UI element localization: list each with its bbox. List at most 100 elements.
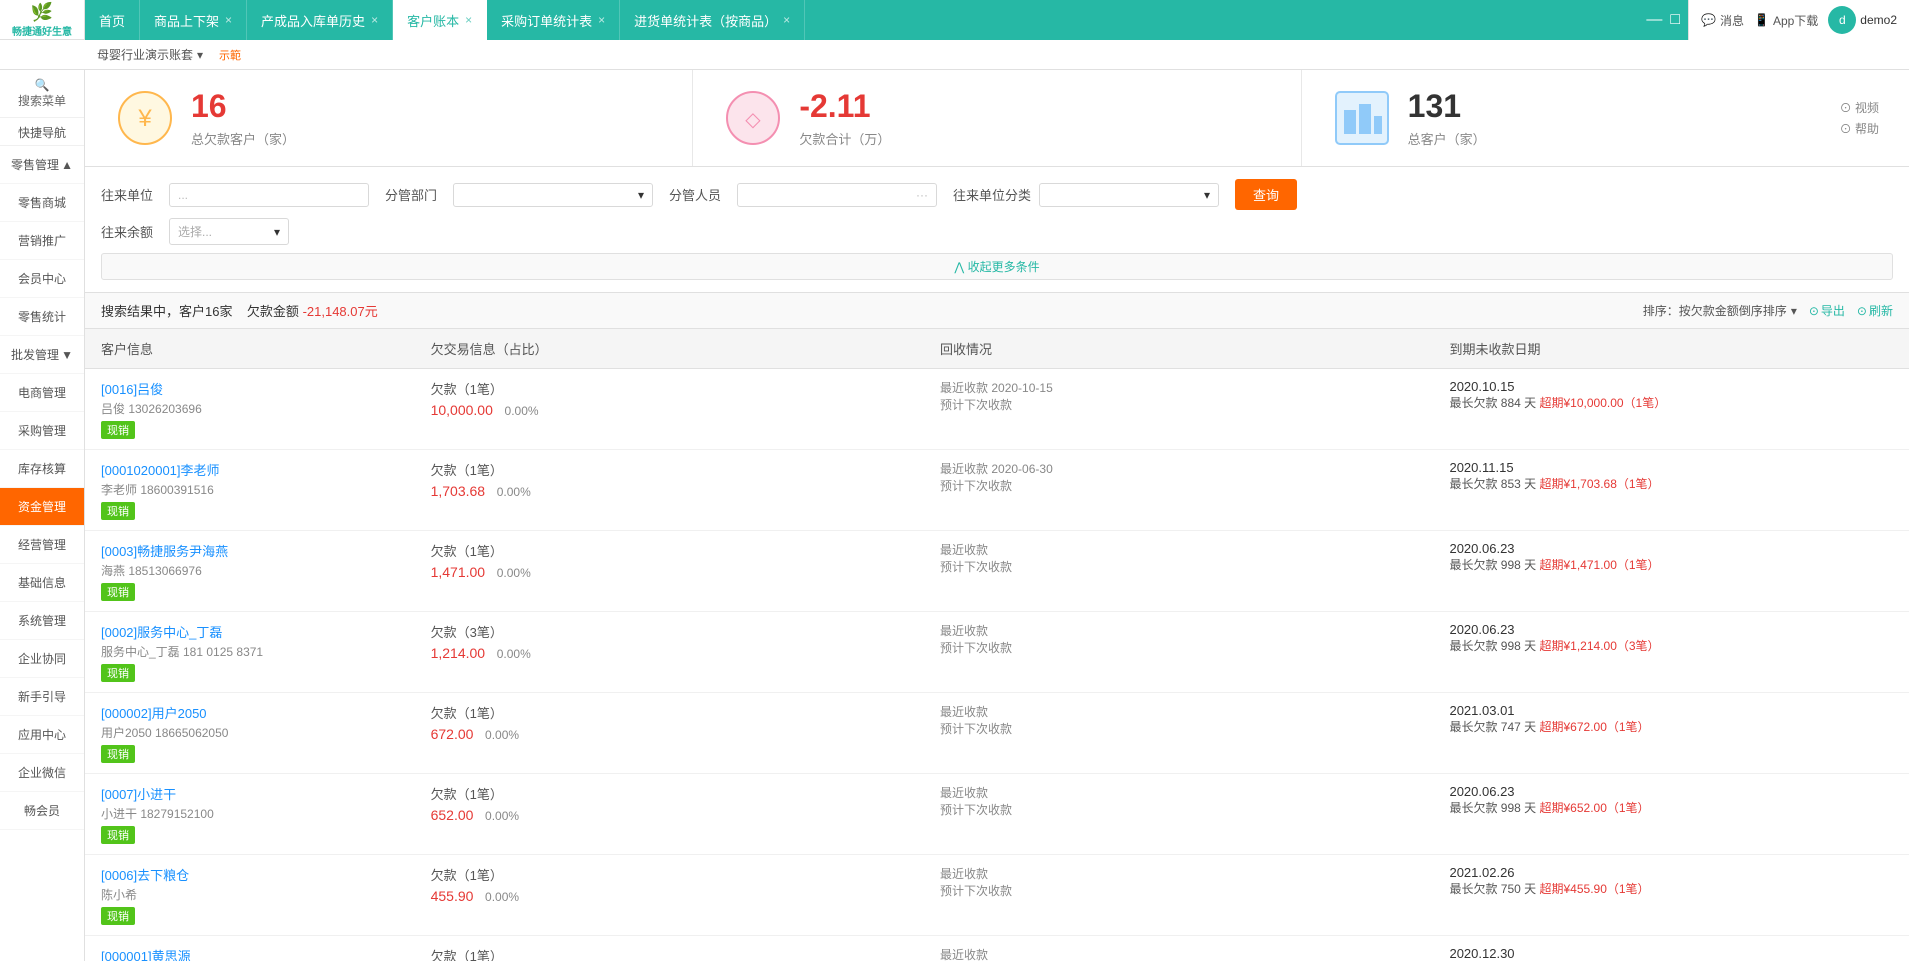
sidebar-item-2[interactable]: 营销推广 xyxy=(0,222,84,260)
sidebar-item-3[interactable]: 会员中心 xyxy=(0,260,84,298)
sidebar-arrow-0: ▲ xyxy=(61,158,73,172)
sidebar-item-14[interactable]: 新手引导 xyxy=(0,678,84,716)
manager-dots: ··· xyxy=(916,188,928,202)
customer-name-1[interactable]: [0001020001]李老师 xyxy=(101,460,399,479)
collapse-icon: ⋀ xyxy=(954,260,964,274)
minimize-button[interactable]: — xyxy=(1646,11,1662,29)
filter-section: 往来单位 ... 分管部门 ▾ xyxy=(85,167,1909,293)
tab-close-1[interactable]: × xyxy=(225,13,232,27)
tab-close-3[interactable]: × xyxy=(465,13,472,27)
dept-select[interactable]: ▾ xyxy=(453,183,653,207)
sidebar-item-7[interactable]: 采购管理 xyxy=(0,412,84,450)
due-date-7: 2020.12.30 xyxy=(1449,946,1893,961)
unit-category-select[interactable]: ▾ xyxy=(1039,183,1219,207)
sort-selector[interactable]: 排序：按欠款金额倒序排序 ▾ xyxy=(1643,302,1797,319)
tab-item-2[interactable]: 产成品入库单历史× xyxy=(247,0,393,40)
customer-contact-2: 海燕 18513066976 xyxy=(101,562,399,579)
customer-contact-1: 李老师 18600391516 xyxy=(101,481,399,498)
due-date-3: 2020.06.23 xyxy=(1449,622,1893,637)
col-header-recovery: 回收情况 xyxy=(924,329,1433,369)
search-menu-button[interactable]: 🔍 搜索菜单 xyxy=(0,70,84,118)
customer-name-0[interactable]: [0016]吕俊 xyxy=(101,379,399,398)
tab-item-4[interactable]: 采购订单统计表× xyxy=(487,0,620,40)
help-link[interactable]: ⊙ 帮助 xyxy=(1840,120,1879,137)
sidebar-item-12[interactable]: 系统管理 xyxy=(0,602,84,640)
customer-cell-2: [0003]畅捷服务尹海燕 海燕 18513066976 现销 xyxy=(85,531,415,612)
balance-select[interactable]: 选择... ▾ xyxy=(169,218,289,245)
recovery-cell-0: 最近收款 2020-10-15 预计下次收款 xyxy=(924,369,1433,450)
overdue-amount-5[interactable]: 超期¥652.00（1笔） xyxy=(1540,801,1650,815)
svg-text:◇: ◇ xyxy=(746,109,762,131)
collapse-bar[interactable]: ⋀ 收起更多条件 xyxy=(101,253,1893,280)
sidebar-item-1[interactable]: 零售商城 xyxy=(0,184,84,222)
customer-name-7[interactable]: [000001]黄思源 xyxy=(101,946,399,961)
sidebar-item-15[interactable]: 应用中心 xyxy=(0,716,84,754)
debt-cell-5: 欠款（1笔） 652.00 0.00% xyxy=(415,774,924,855)
sidebar-item-16[interactable]: 企业微信 xyxy=(0,754,84,792)
stat-card-amount: ◇ -2.11 欠款合计（万） xyxy=(693,70,1301,166)
last-collection-6: 最近收款 xyxy=(940,865,1417,882)
mobile-icon: 📱 xyxy=(1754,13,1769,27)
stat-card-total: 131 总客户（家） ⊙ 视频 ⊙ 帮助 xyxy=(1302,70,1909,166)
sidebar-item-13[interactable]: 企业协同 xyxy=(0,640,84,678)
next-collection-4: 预计下次收款 xyxy=(940,720,1417,737)
customer-cell-1: [0001020001]李老师 李老师 18600391516 现销 xyxy=(85,450,415,531)
industry-selector[interactable]: 母婴行业演示账套 ▾ xyxy=(85,46,215,63)
overdue-amount-4[interactable]: 超期¥672.00（1笔） xyxy=(1540,720,1650,734)
unit-category-label: 往来单位分类 xyxy=(953,185,1031,204)
sidebar-item-9[interactable]: 资金管理 xyxy=(0,488,84,526)
overdue-amount-3[interactable]: 超期¥1,214.00（3笔） xyxy=(1540,639,1660,653)
overdue-amount-2[interactable]: 超期¥1,471.00（1笔） xyxy=(1540,558,1660,572)
customer-name-2[interactable]: [0003]畅捷服务尹海燕 xyxy=(101,541,399,560)
sidebar-item-11[interactable]: 基础信息 xyxy=(0,564,84,602)
overdue-amount-6[interactable]: 超期¥455.90（1笔） xyxy=(1540,882,1650,896)
next-collection-6: 预计下次收款 xyxy=(940,882,1417,899)
tab-item-5[interactable]: 进货单统计表（按商品）× xyxy=(620,0,805,40)
quick-nav-button[interactable]: 快捷导航 xyxy=(0,118,84,146)
customer-name-6[interactable]: [0006]去下粮仓 xyxy=(101,865,399,884)
sidebar-item-8[interactable]: 库存核算 xyxy=(0,450,84,488)
tab-item-3[interactable]: 客户账本× xyxy=(393,0,487,40)
overdue-amount-0[interactable]: 超期¥10,000.00（1笔） xyxy=(1540,396,1667,410)
refresh-button[interactable]: ⊙ 刷新 xyxy=(1857,302,1893,319)
overdue-days-1: 最长欠款 853 天 xyxy=(1449,477,1539,491)
recovery-cell-3: 最近收款 预计下次收款 xyxy=(924,612,1433,693)
sidebar-item-4[interactable]: 零售统计 xyxy=(0,298,84,336)
export-button[interactable]: ⊙ 导出 xyxy=(1809,302,1845,319)
message-icon: 💬 xyxy=(1701,13,1716,27)
tab-close-5[interactable]: × xyxy=(783,13,790,27)
query-button[interactable]: 查询 xyxy=(1235,179,1297,210)
maximize-button[interactable]: □ xyxy=(1670,11,1680,29)
due-date-1: 2020.11.15 xyxy=(1449,460,1893,475)
sidebar-item-10[interactable]: 经营管理 xyxy=(0,526,84,564)
amount-icon: ◇ xyxy=(723,88,783,148)
recovery-cell-1: 最近收款 2020-06-30 预计下次收款 xyxy=(924,450,1433,531)
tab-close-4[interactable]: × xyxy=(598,13,605,27)
tab-item-1[interactable]: 商品上下架× xyxy=(140,0,247,40)
debt-cell-7: 欠款（1笔） 429.00 0.00% xyxy=(415,936,924,961)
customer-name-4[interactable]: [000002]用户2050 xyxy=(101,703,399,722)
source-unit-input[interactable]: ... xyxy=(169,183,369,207)
sidebar-item-5[interactable]: 批发管理▼ xyxy=(0,336,84,374)
video-link[interactable]: ⊙ 视频 xyxy=(1840,99,1879,116)
message-button[interactable]: 💬 消息 xyxy=(1701,12,1744,29)
tab-item-0[interactable]: 首页 xyxy=(85,0,140,40)
user-profile-button[interactable]: d demo2 xyxy=(1828,6,1897,34)
sidebar-item-6[interactable]: 电商管理 xyxy=(0,374,84,412)
tab-close-2[interactable]: × xyxy=(371,13,378,27)
debt-cell-3: 欠款（3笔） 1,214.00 0.00% xyxy=(415,612,924,693)
overdue-amount-1[interactable]: 超期¥1,703.68（1笔） xyxy=(1540,477,1660,491)
overdue-days-5: 最长欠款 998 天 xyxy=(1449,801,1539,815)
customer-name-3[interactable]: [0002]服务中心_丁磊 xyxy=(101,622,399,641)
results-actions: 排序：按欠款金额倒序排序 ▾ ⊙ 导出 ⊙ 刷新 xyxy=(1643,302,1893,319)
app-download-button[interactable]: 📱 App下载 xyxy=(1754,12,1818,29)
sidebar-item-17[interactable]: 畅会员 xyxy=(0,792,84,830)
debt-count-0: 欠款（1笔） xyxy=(431,379,908,398)
manager-input[interactable]: ··· xyxy=(737,183,937,207)
customer-tag-4: 现销 xyxy=(101,745,135,763)
debt-amount-0: 10,000.00 xyxy=(431,402,493,418)
customer-name-5[interactable]: [0007]小进干 xyxy=(101,784,399,803)
table-row: [0002]服务中心_丁磊 服务中心_丁磊 181 0125 8371 现销 欠… xyxy=(85,612,1909,693)
sidebar-item-0[interactable]: 零售管理▲ xyxy=(0,146,84,184)
next-collection-1: 预计下次收款 xyxy=(940,477,1417,494)
